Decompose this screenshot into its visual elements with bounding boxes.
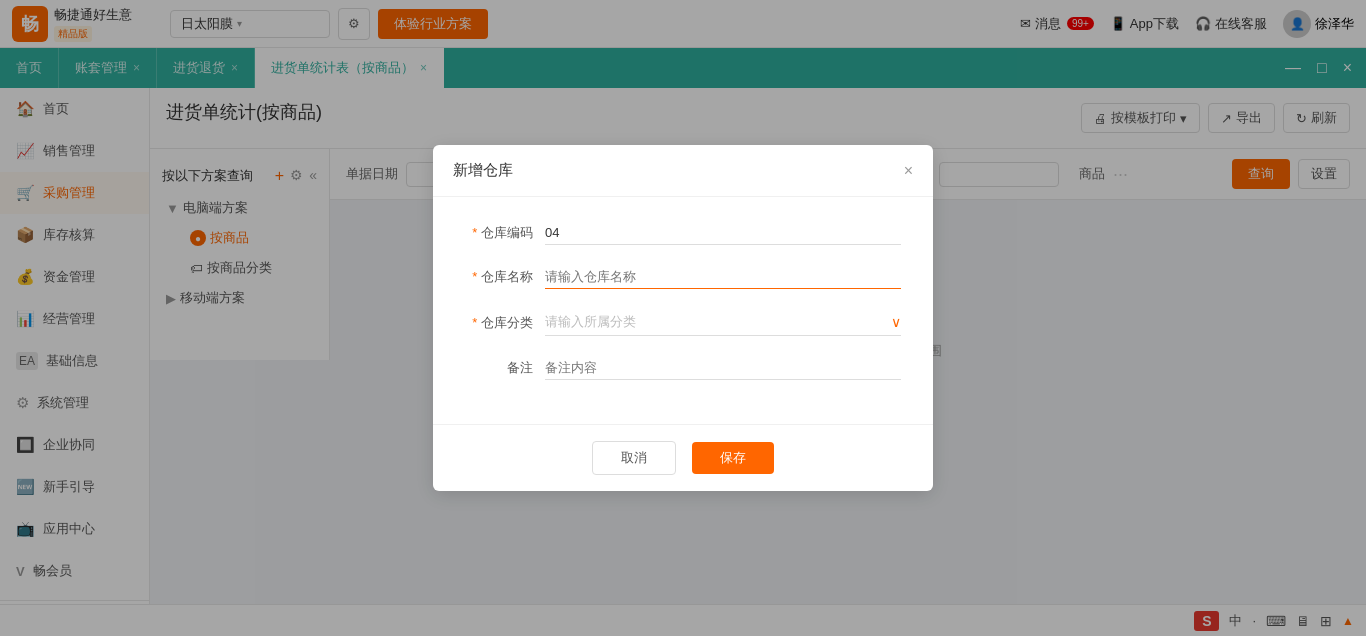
warehouse-code-label: 仓库编码 xyxy=(465,224,545,242)
warehouse-name-label: 仓库名称 xyxy=(465,268,545,286)
add-warehouse-modal: 新增仓库 × 仓库编码 仓库名称 仓库分类 请输入所属分类 ∨ xyxy=(433,145,933,491)
warehouse-code-input[interactable] xyxy=(545,221,901,245)
warehouse-category-select[interactable]: 请输入所属分类 ∨ xyxy=(545,309,901,336)
modal-close-button[interactable]: × xyxy=(904,162,913,180)
remark-input[interactable] xyxy=(545,356,901,380)
warehouse-code-row: 仓库编码 xyxy=(465,221,901,245)
save-button[interactable]: 保存 xyxy=(692,442,774,474)
remark-label: 备注 xyxy=(465,359,545,377)
warehouse-category-label: 仓库分类 xyxy=(465,314,545,332)
select-arrow-icon: ∨ xyxy=(891,314,901,330)
modal-overlay: 新增仓库 × 仓库编码 仓库名称 仓库分类 请输入所属分类 ∨ xyxy=(0,0,1366,636)
warehouse-name-row: 仓库名称 xyxy=(465,265,901,289)
modal-header: 新增仓库 × xyxy=(433,145,933,197)
modal-body: 仓库编码 仓库名称 仓库分类 请输入所属分类 ∨ 备注 xyxy=(433,197,933,424)
warehouse-category-row: 仓库分类 请输入所属分类 ∨ xyxy=(465,309,901,336)
modal-footer: 取消 保存 xyxy=(433,424,933,491)
remark-row: 备注 xyxy=(465,356,901,380)
modal-title: 新增仓库 xyxy=(453,161,513,180)
warehouse-name-input[interactable] xyxy=(545,265,901,289)
cancel-button[interactable]: 取消 xyxy=(592,441,676,475)
